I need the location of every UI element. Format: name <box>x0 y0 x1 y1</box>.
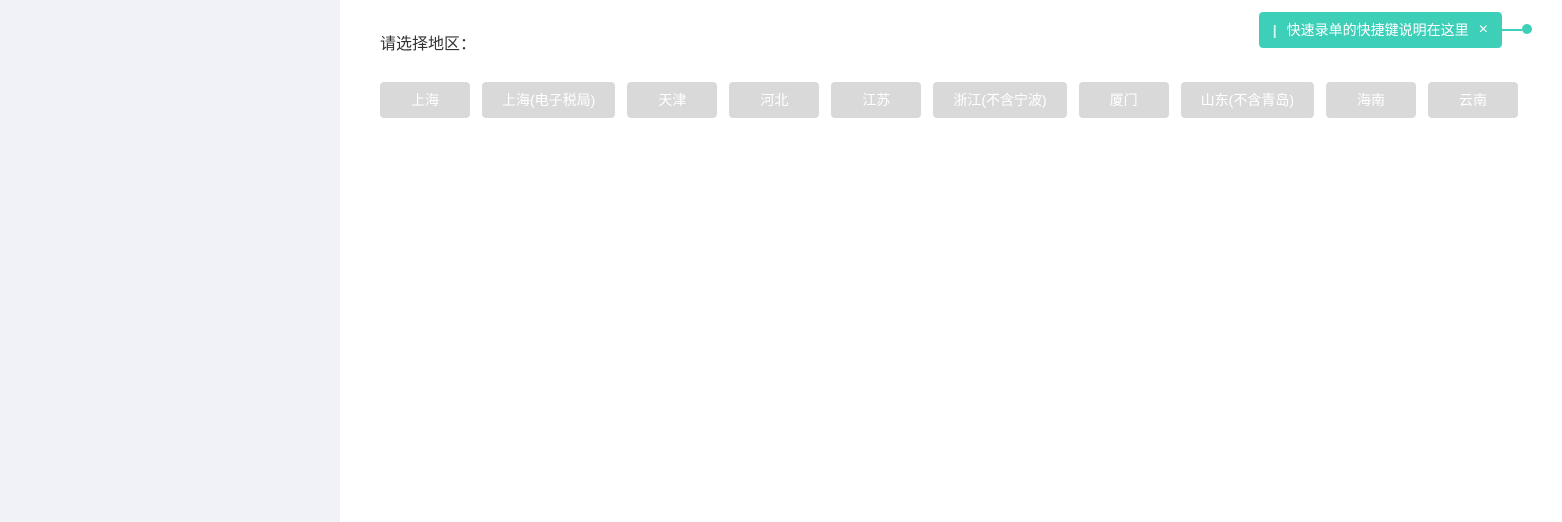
main-content: 请选择地区： 上海上海(电子税局)天津河北江苏浙江(不含宁波)厦门山东(不含青岛… <box>340 0 1562 522</box>
region-button-1[interactable]: 上海(电子税局) <box>482 82 615 118</box>
region-button-5[interactable]: 浙江(不含宁波) <box>933 82 1066 118</box>
tooltip-close-button[interactable]: × <box>1479 22 1488 38</box>
region-button-6[interactable]: 厦门 <box>1079 82 1169 118</box>
tooltip-dot <box>1522 24 1532 34</box>
region-button-9[interactable]: 云南 <box>1428 82 1518 118</box>
region-button-2[interactable]: 天津 <box>627 82 717 118</box>
region-button-8[interactable]: 海南 <box>1326 82 1416 118</box>
tooltip-line <box>1502 29 1522 31</box>
region-grid: 上海上海(电子税局) 天津河北江苏浙江(不含宁波) 厦门山东(不含青岛) 海南云南 <box>380 82 1522 118</box>
region-button-3[interactable]: 河北 <box>729 82 819 118</box>
region-button-0[interactable]: 上海 <box>380 82 470 118</box>
region-button-7[interactable]: 山东(不含青岛) <box>1181 82 1314 118</box>
left-sidebar <box>0 0 340 522</box>
tooltip-text: 快速录单的快捷键说明在这里 <box>1287 20 1469 40</box>
tooltip-banner: 快速录单的快捷键说明在这里 × <box>1259 12 1502 48</box>
region-button-4[interactable]: 江苏 <box>831 82 921 118</box>
